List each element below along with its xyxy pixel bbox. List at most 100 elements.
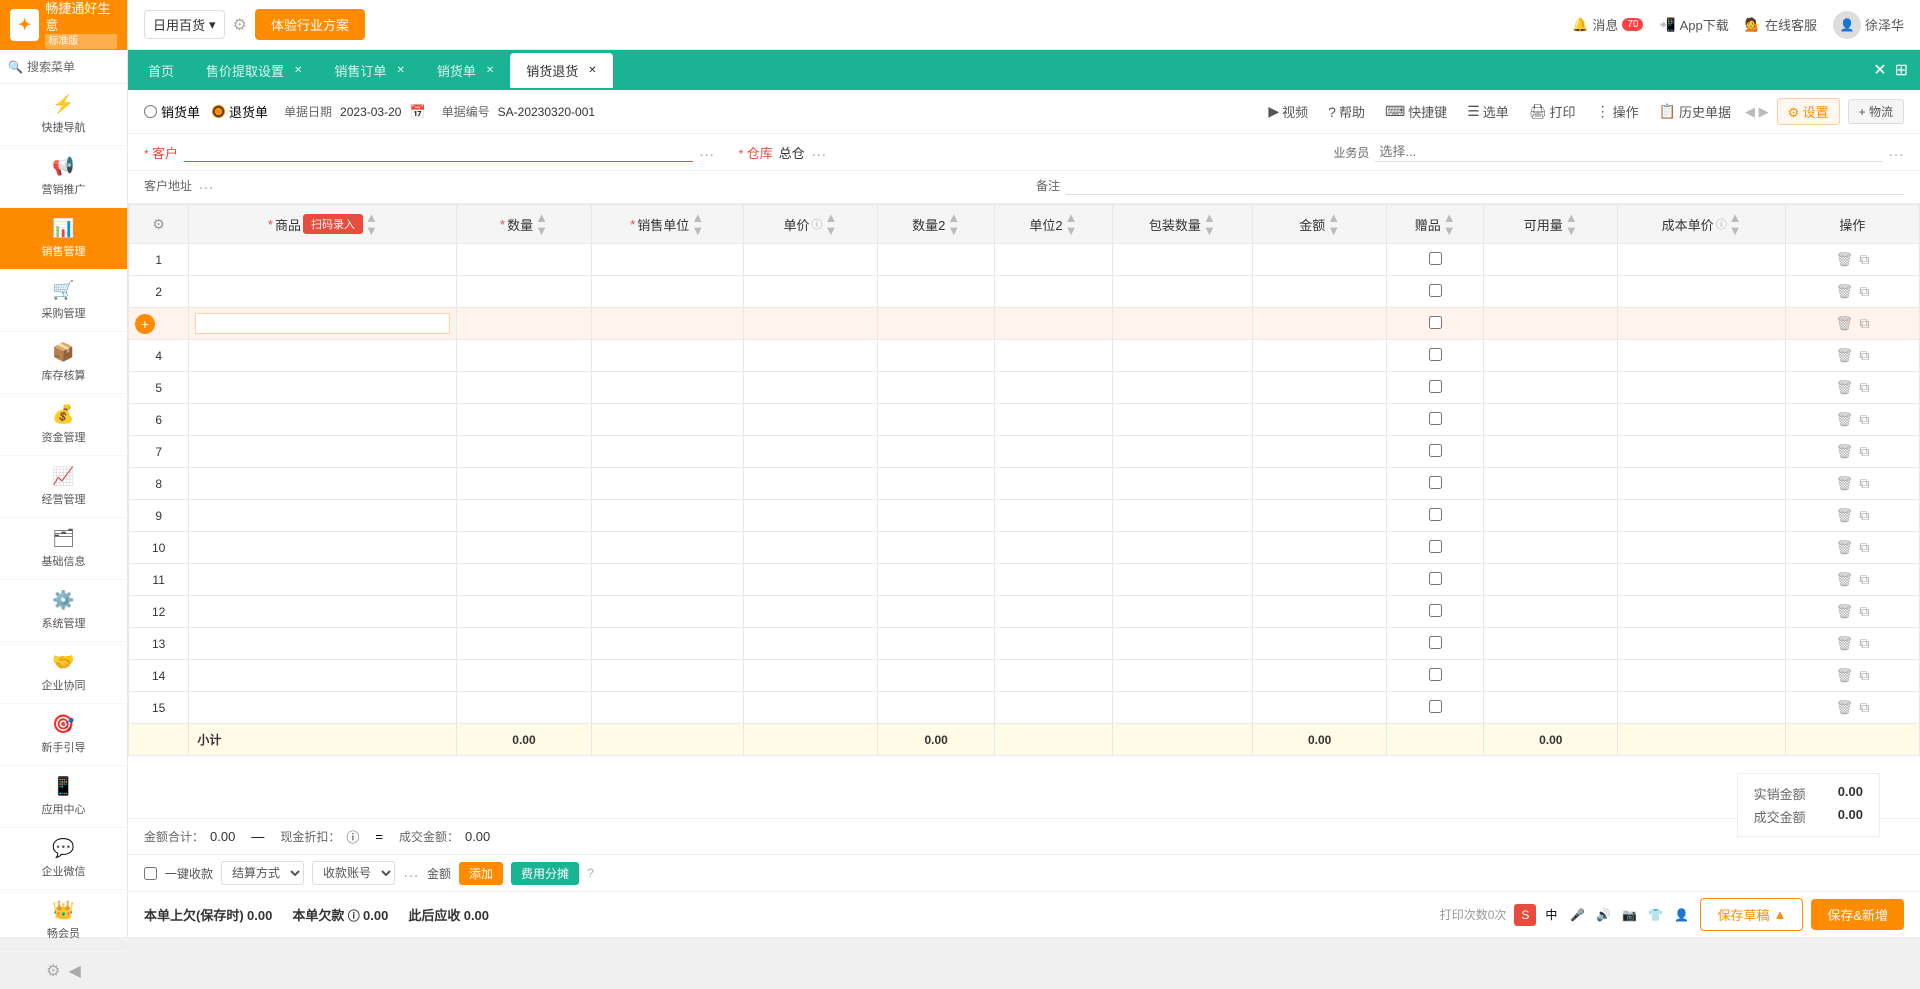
sidebar-item-apps[interactable]: 📱 应用中心 [0,766,127,828]
delete-row-btn[interactable]: 🗑 [1836,315,1854,332]
toolbar-ops[interactable]: ⋮ 操作 [1590,99,1645,124]
sidebar-item-system[interactable]: ⚙️ 系统管理 [0,580,127,642]
copy-row-btn[interactable]: ⧉ [1859,635,1869,652]
copy-row-btn[interactable]: ⧉ [1859,507,1869,524]
radio-sales-return[interactable]: 退货单 [212,102,268,121]
tab-price-setting-close[interactable]: ✕ [294,65,302,76]
experience-btn[interactable]: 体验行业方案 [255,9,365,40]
settlement-select[interactable]: 结算方式 [221,861,304,885]
add-row-btn[interactable]: + [135,314,155,334]
salesperson-input[interactable] [1375,142,1882,162]
address-dots[interactable]: … [198,176,214,194]
settings-btn[interactable]: ⚙ 设置 [1777,98,1840,125]
customer-dots[interactable]: … [699,143,715,161]
sidebar-item-quick-nav[interactable]: ⚡ 快捷导航 [0,84,127,146]
toolbar-print[interactable]: 🖨 打印 [1523,99,1582,124]
topbar-gear-icon[interactable]: ⚙ [233,15,247,35]
radio-sales-delivery[interactable]: 销货单 [144,102,200,121]
sidebar-item-wechat[interactable]: 💬 企业微信 [0,828,127,890]
gift-checkbox-13[interactable] [1429,636,1442,649]
copy-row-btn[interactable]: ⧉ [1859,347,1869,364]
copy-row-btn[interactable]: ⧉ [1859,603,1869,620]
copy-row-btn[interactable]: ⧉ [1859,315,1869,332]
copy-row-btn[interactable]: ⧉ [1859,539,1869,556]
tab-home[interactable]: 首页 [132,53,190,88]
app-download-btn[interactable]: 📲 App下载 [1659,15,1728,34]
delete-row-btn[interactable]: 🗑 [1836,667,1854,684]
taskbar-person[interactable]: 👤 [1670,904,1692,926]
taskbar-s[interactable]: S [1514,904,1536,926]
sidebar-item-purchase[interactable]: 🛒 采购管理 [0,270,127,332]
gift-checkbox-15[interactable] [1429,700,1442,713]
gift-checkbox-1[interactable] [1429,252,1442,265]
save-draft-btn[interactable]: 保存草稿 ▲ [1700,898,1803,931]
industry-select[interactable]: 日用百货 ▾ [144,10,225,39]
table-gear-icon[interactable]: ⚙ [152,216,165,232]
tab-sales-return[interactable]: 销货退货 ✕ [510,53,612,88]
delete-row-btn[interactable]: 🗑 [1836,571,1854,588]
gift-checkbox-6[interactable] [1429,412,1442,425]
gift-checkbox-14[interactable] [1429,668,1442,681]
delete-row-btn[interactable]: 🗑 [1836,635,1854,652]
sidebar-item-basic[interactable]: 🗂 基础信息 [0,518,127,580]
gift-checkbox-3[interactable] [1429,316,1442,329]
delete-row-btn[interactable]: 🗑 [1836,539,1854,556]
fee-info-icon[interactable]: ? [587,866,594,880]
taskbar-mic[interactable]: 🎤 [1566,904,1588,926]
search-menu[interactable]: 🔍 搜索菜单 [0,50,127,84]
delete-row-btn[interactable]: 🗑 [1836,379,1854,396]
settings-icon[interactable]: ⚙ [46,961,60,981]
toolbar-select[interactable]: ☰ 选单 [1461,99,1515,124]
delete-row-btn[interactable]: 🗑 [1836,347,1854,364]
message-btn[interactable]: 🔔 消息 70 [1572,15,1643,34]
toolbar-video[interactable]: ▶ 视频 [1262,99,1314,124]
customer-input[interactable] [184,142,693,162]
one-click-payment-checkbox[interactable] [144,867,157,880]
online-service-btn[interactable]: 💁 在线客服 [1745,15,1817,34]
toolbar-shortcut[interactable]: ⌨ 快捷键 [1379,99,1453,124]
copy-row-btn[interactable]: ⧉ [1859,571,1869,588]
copy-row-btn[interactable]: ⧉ [1859,699,1869,716]
delete-row-btn[interactable]: 🗑 [1836,411,1854,428]
copy-row-btn[interactable]: ⧉ [1859,379,1869,396]
copy-row-btn[interactable]: ⧉ [1859,667,1869,684]
tab-sales-delivery-close[interactable]: ✕ [486,65,494,76]
tab-close-all[interactable]: ✕ [1873,60,1886,80]
tab-sales-delivery[interactable]: 销货单 ✕ [421,53,510,88]
save-new-btn[interactable]: 保存&新增 [1811,899,1904,930]
salesperson-dots[interactable]: … [1888,143,1904,161]
user-profile[interactable]: 👤 徐泽华 [1833,11,1904,39]
gift-checkbox-2[interactable] [1429,284,1442,297]
gift-checkbox-10[interactable] [1429,540,1442,553]
calendar-icon[interactable]: 📅 [409,104,425,120]
taskbar-shirt[interactable]: 👕 [1644,904,1666,926]
scan-btn[interactable]: 扫码录入 [303,214,363,234]
gift-checkbox-4[interactable] [1429,348,1442,361]
delete-row-btn[interactable]: 🗑 [1836,283,1854,300]
taskbar-zh[interactable]: 中 [1540,904,1562,926]
logistics-btn[interactable]: + 物流 [1848,99,1904,124]
toolbar-history[interactable]: 📋 历史单据 [1653,99,1737,124]
account-dots[interactable]: … [403,864,419,882]
notes-input[interactable] [1066,175,1904,195]
copy-row-btn[interactable]: ⧉ [1859,251,1869,268]
delete-row-btn[interactable]: 🗑 [1836,507,1854,524]
fee-split-btn[interactable]: 费用分摊 [511,862,579,885]
account-select[interactable]: 收款账号 [312,861,395,885]
tab-sales-return-close[interactable]: ✕ [588,65,596,76]
gift-checkbox-11[interactable] [1429,572,1442,585]
sidebar-item-finance[interactable]: 💰 资金管理 [0,394,127,456]
tab-sales-order[interactable]: 销售订单 ✕ [318,53,420,88]
delete-row-btn[interactable]: 🗑 [1836,475,1854,492]
delete-row-btn[interactable]: 🗑 [1836,251,1854,268]
collapse-icon[interactable]: ◀ [69,961,81,981]
copy-row-btn[interactable]: ⧉ [1859,283,1869,300]
tab-price-setting[interactable]: 售价提取设置 ✕ [190,53,318,88]
gift-checkbox-9[interactable] [1429,508,1442,521]
sidebar-item-sales[interactable]: 📊 销售管理 [0,208,127,270]
copy-row-btn[interactable]: ⧉ [1859,443,1869,460]
toolbar-help[interactable]: ? 帮助 [1322,99,1371,124]
delete-row-btn[interactable]: 🗑 [1836,603,1854,620]
sidebar-item-inventory[interactable]: 📦 库存核算 [0,332,127,394]
product-input-3[interactable] [195,313,450,334]
